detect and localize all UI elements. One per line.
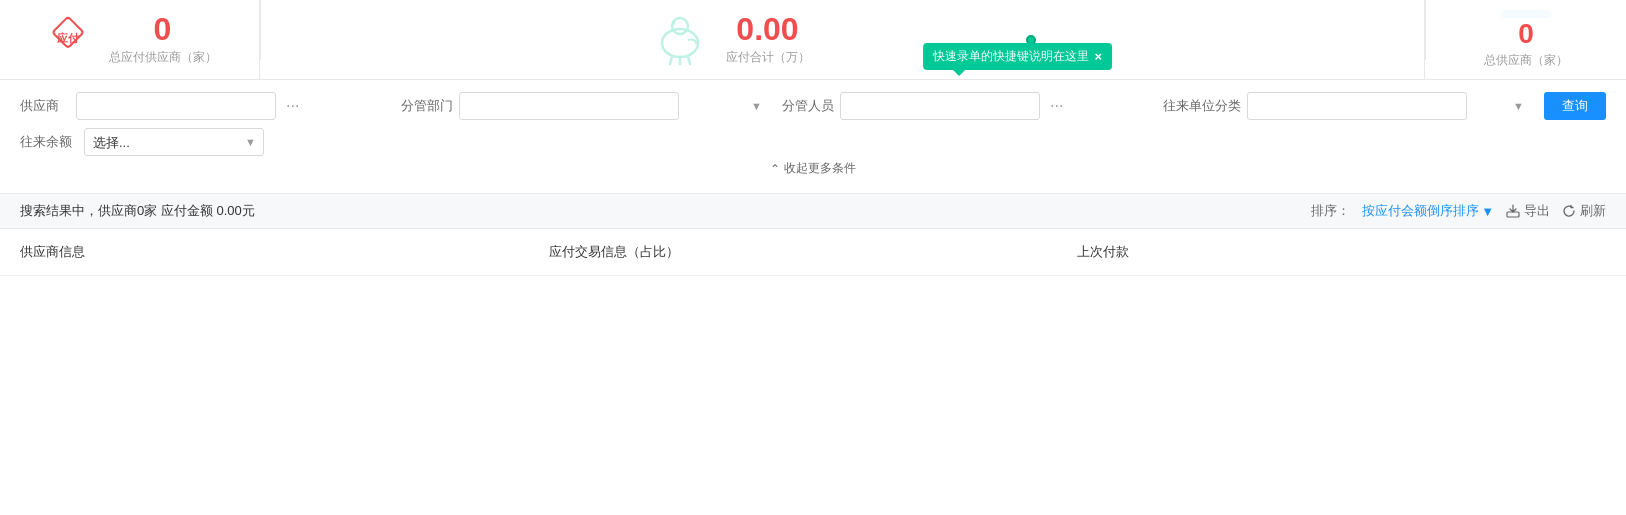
stat-total-payable: 应付 0 总应付供应商（家） [0, 0, 260, 79]
collapse-button[interactable]: ⌃ 收起更多条件 [770, 160, 856, 177]
result-actions: 排序： 按应付会额倒序排序 ▼ 导出 刷新 [1311, 202, 1606, 220]
svg-text:应付: 应付 [57, 32, 80, 44]
filter-row-1: 供应商 ··· 分管部门 ▼ 分管人员 ··· 往来单位分类 [20, 92, 1606, 120]
refresh-icon [1562, 204, 1576, 218]
svg-rect-8 [1507, 212, 1519, 217]
dept-select-wrapper: ▼ [459, 92, 770, 120]
balance-label: 往来余额 [20, 133, 72, 151]
search-button[interactable]: 查询 [1544, 92, 1606, 120]
unit-class-select-wrapper: ▼ [1247, 92, 1532, 120]
export-label: 导出 [1524, 202, 1550, 220]
total-payable-suppliers-value: 0 [154, 13, 172, 45]
supplier-filter-group: 供应商 ··· [20, 92, 389, 120]
filter-area: 供应商 ··· 分管部门 ▼ 分管人员 ··· 往来单位分类 [0, 80, 1626, 194]
export-icon [1506, 204, 1520, 218]
result-info-text: 搜索结果中，供应商0家 应付金额 0.00元 [20, 202, 255, 220]
sort-label: 排序： [1311, 202, 1350, 220]
col-supplier-header: 供应商信息 [20, 243, 549, 261]
dept-label: 分管部门 [401, 97, 453, 115]
filter-row-2: 往来余额 选择... ▼ [20, 128, 1606, 156]
tooltip-close-button[interactable]: × [1095, 49, 1103, 64]
dept-select-arrow-icon: ▼ [751, 100, 762, 112]
export-button[interactable]: 导出 [1506, 202, 1550, 220]
stat-payable-total: 0.00 应付合计（万） 快速录单的快捷键说明在这里 × [261, 0, 1425, 79]
sort-select-button[interactable]: 按应付会额倒序排序 ▼ [1362, 202, 1494, 220]
result-bar: 搜索结果中，供应商0家 应付金额 0.00元 排序： 按应付会额倒序排序 ▼ 导… [0, 194, 1626, 229]
tooltip-text: 快速录单的快捷键说明在这里 [933, 48, 1089, 65]
table-body [0, 276, 1626, 515]
svg-line-4 [670, 57, 672, 64]
person-dots-button[interactable]: ··· [1046, 97, 1067, 115]
person-filter-group: 分管人员 ··· [782, 92, 1151, 120]
unit-class-select[interactable] [1247, 92, 1467, 120]
unit-class-arrow-icon: ▼ [1513, 100, 1524, 112]
collapse-label: 收起更多条件 [784, 160, 856, 177]
dept-filter-group: 分管部门 ▼ [401, 92, 770, 120]
supplier-input[interactable] [76, 92, 276, 120]
person-input[interactable] [840, 92, 1040, 120]
collapse-arrow-icon: ⌃ [770, 162, 780, 176]
table-header: 供应商信息 应付交易信息（占比） 上次付款 [0, 229, 1626, 276]
stats-bar: 应付 0 总应付供应商（家） 0.00 应付合计（万） [0, 0, 1626, 80]
unit-class-label: 往来单位分类 [1163, 97, 1241, 115]
person-label: 分管人员 [782, 97, 834, 115]
stat-total-suppliers: 0 总供应商（家） [1426, 0, 1626, 79]
balance-select[interactable]: 选择... [84, 128, 264, 156]
piggy-icon-area [650, 10, 710, 70]
total-suppliers-value: 0 [1518, 20, 1534, 48]
svg-point-3 [672, 18, 688, 34]
tooltip-bubble: 快速录单的快捷键说明在这里 × [923, 43, 1113, 70]
sort-value: 按应付会额倒序排序 [1362, 202, 1479, 220]
payable-total-label: 应付合计（万） [726, 49, 810, 66]
supplier-label: 供应商 [20, 97, 70, 115]
balance-select-wrapper: 选择... ▼ [84, 128, 264, 156]
supplier-dots-button[interactable]: ··· [282, 97, 303, 115]
total-payable-suppliers-label: 总应付供应商（家） [109, 49, 217, 66]
total-suppliers-label: 总供应商（家） [1484, 52, 1568, 69]
logo-area: 应付 [43, 13, 93, 66]
payable-total-value: 0.00 [736, 13, 798, 45]
dept-select[interactable] [459, 92, 679, 120]
col-transaction-header: 应付交易信息（占比） [549, 243, 1078, 261]
svg-line-6 [688, 57, 690, 64]
svg-point-7 [672, 21, 675, 24]
col-payment-header: 上次付款 [1077, 243, 1606, 261]
unit-class-filter-group: 往来单位分类 ▼ [1163, 92, 1532, 120]
sort-arrow-icon: ▼ [1481, 204, 1494, 219]
refresh-label: 刷新 [1580, 202, 1606, 220]
refresh-button[interactable]: 刷新 [1562, 202, 1606, 220]
